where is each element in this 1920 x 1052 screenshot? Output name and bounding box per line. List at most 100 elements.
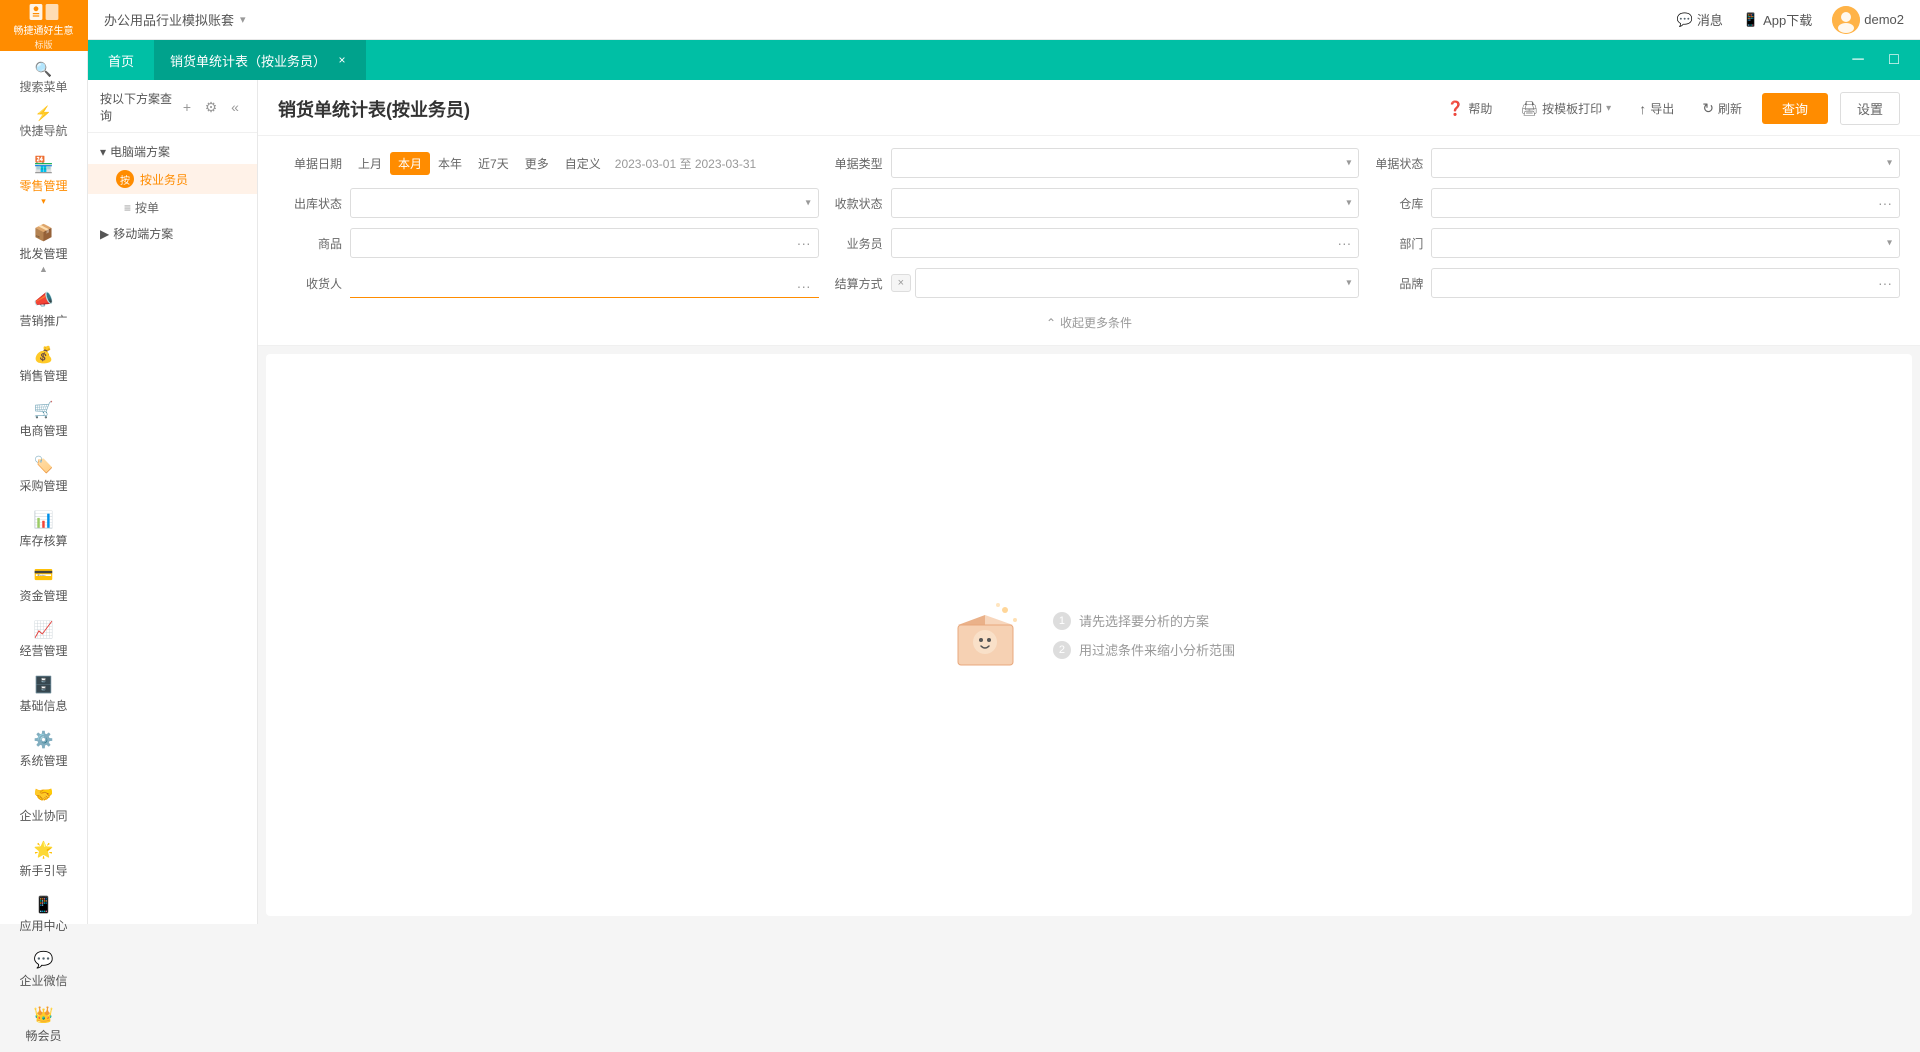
export-btn[interactable]: ↑ 导出 xyxy=(1631,96,1682,121)
date-tab-more[interactable]: 更多 xyxy=(517,152,557,175)
empty-hint-2: 2 用过滤条件来缩小分析范围 xyxy=(1053,640,1235,659)
sub-item-icon: ≡ xyxy=(124,201,131,215)
goods-control: ··· xyxy=(350,228,819,258)
hint-num-2: 2 xyxy=(1053,641,1071,659)
sidebar-item-enterprise[interactable]: 🤝 企业协同 xyxy=(0,777,87,832)
date-control: 上月 本月 本年 近7天 更多 自定义 2023-03-01 至 2023-03… xyxy=(350,152,819,175)
date-label: 单据日期 xyxy=(278,155,350,172)
settings-button[interactable]: 设置 xyxy=(1840,92,1900,125)
message-btn[interactable]: 💬 消息 xyxy=(1677,10,1723,29)
scheme-settings-btn[interactable]: ⚙ xyxy=(201,97,221,117)
page-title-bar: 销货单统计表(按业务员) ❓ 帮助 🖨 按模板打印 ▾ ↑ 导出 xyxy=(258,80,1920,136)
brand-input[interactable] xyxy=(1431,268,1900,298)
date-tab-custom[interactable]: 自定义 xyxy=(557,152,609,175)
workspace-selector[interactable]: 办公用品行业模拟账套 ▾ xyxy=(104,10,246,29)
query-button[interactable]: 查询 xyxy=(1762,93,1828,124)
sidebar-item-wechat[interactable]: 💬 企业微信 xyxy=(0,942,87,997)
sub-scheme-item-order[interactable]: ≡ 按单 xyxy=(88,194,257,221)
goods-input[interactable] xyxy=(350,228,819,258)
sidebar-item-vip[interactable]: 👑 畅会员 xyxy=(0,997,87,1052)
sidebar-search[interactable]: 🔍 搜索菜单 xyxy=(0,51,87,101)
filter-row-2: 出库状态 ▾ 收款状态 xyxy=(278,188,1900,218)
sidebar-item-purchase[interactable]: 🏷️ 采购管理 xyxy=(0,447,87,502)
department-label: 部门 xyxy=(1359,235,1431,252)
collapse-section: ⌃ 收起更多条件 xyxy=(278,308,1900,333)
quick-nav[interactable]: ⚡ 快捷导航 xyxy=(0,101,87,143)
scheme-item-salesperson[interactable]: 按 按业务员 xyxy=(88,164,257,194)
left-panel-actions: + ⚙ « xyxy=(177,97,245,117)
user-profile[interactable]: demo2 xyxy=(1832,6,1904,34)
print-btn[interactable]: 🖨 按模板打印 ▾ xyxy=(1512,96,1619,121)
department-control: ▾ xyxy=(1431,228,1900,258)
mobile-scheme-group[interactable]: ▶ 移动端方案 xyxy=(88,221,257,246)
tab-maximize-btn[interactable]: □ xyxy=(1880,46,1908,74)
mobile-group-label: 移动端方案 xyxy=(113,225,173,242)
logo-icon xyxy=(28,0,60,24)
receiver-input[interactable] xyxy=(350,268,819,298)
settlement-tag-close[interactable]: × xyxy=(898,277,904,289)
tab-active-label: 销货单统计表（按业务员） xyxy=(170,51,326,70)
date-tab-7days[interactable]: 近7天 xyxy=(470,152,517,175)
collapse-btn[interactable]: ⌃ 收起更多条件 xyxy=(1046,314,1132,331)
hint-text-1: 请先选择要分析的方案 xyxy=(1079,611,1209,630)
sidebar-item-inventory[interactable]: 📊 库存核算 xyxy=(0,502,87,557)
sidebar-logo[interactable]: 畅捷通好生意 标版 xyxy=(0,0,88,51)
sidebar-item-basic[interactable]: 🗄️ 基础信息 xyxy=(0,667,87,722)
desktop-scheme-header[interactable]: ▾ 电脑端方案 xyxy=(88,139,257,164)
mobile-arrow: ▶ xyxy=(100,227,109,241)
sidebar-item-finance[interactable]: 💳 资金管理 xyxy=(0,557,87,612)
date-tab-this-month[interactable]: 本月 xyxy=(390,152,430,175)
sidebar-item-operations[interactable]: 📈 经营管理 xyxy=(0,612,87,667)
salesperson-input[interactable] xyxy=(891,228,1360,258)
sidebar-item-newbie[interactable]: 🌟 新手引导 xyxy=(0,832,87,887)
workspace-dropdown-arrow[interactable]: ▾ xyxy=(240,13,246,26)
left-panel-title: 按以下方案查询 xyxy=(100,90,177,124)
receipt-select[interactable] xyxy=(891,188,1360,218)
sidebar-item-purchase-label: 采购管理 xyxy=(19,477,67,494)
add-scheme-btn[interactable]: + xyxy=(177,97,197,117)
brand-dots[interactable]: ··· xyxy=(1878,275,1892,291)
vip-icon: 👑 xyxy=(34,1005,54,1025)
tab-minimize-btn[interactable]: ─ xyxy=(1844,46,1872,74)
left-panel: 按以下方案查询 + ⚙ « ▾ 电脑端方案 按 按业务员 xyxy=(88,80,258,924)
export-icon: ↑ xyxy=(1639,101,1646,117)
inventory-icon: 📊 xyxy=(34,510,54,530)
date-tab-last-month[interactable]: 上月 xyxy=(350,152,390,175)
goods-dots[interactable]: ··· xyxy=(797,235,811,251)
help-btn[interactable]: ❓ 帮助 xyxy=(1439,96,1500,121)
help-label: 帮助 xyxy=(1468,100,1492,117)
wholesale-arrow: ▲ xyxy=(39,264,48,274)
tab-home[interactable]: 首页 xyxy=(88,40,154,80)
outstock-select[interactable] xyxy=(350,188,819,218)
department-select[interactable] xyxy=(1431,228,1900,258)
sidebar-item-marketing[interactable]: 📣 营销推广 xyxy=(0,282,87,337)
sidebar-item-retail[interactable]: 🏪 零售管理 ▾ xyxy=(0,147,87,215)
apps-icon: 📱 xyxy=(34,895,54,915)
date-tab-this-year[interactable]: 本年 xyxy=(430,152,470,175)
receipt-label: 收款状态 xyxy=(819,195,891,212)
warehouse-dots[interactable]: ··· xyxy=(1878,195,1892,211)
sidebar-item-apps[interactable]: 📱 应用中心 xyxy=(0,887,87,942)
warehouse-input[interactable] xyxy=(1431,188,1900,218)
refresh-btn[interactable]: ↻ 刷新 xyxy=(1694,96,1750,121)
empty-text: 1 请先选择要分析的方案 2 用过滤条件来缩小分析范围 xyxy=(1053,611,1235,659)
receiver-dots[interactable]: ··· xyxy=(797,278,811,294)
doctype-label: 单据类型 xyxy=(819,155,891,172)
desktop-scheme-group: ▾ 电脑端方案 按 按业务员 ≡ 按单 ▶ 移动端方案 xyxy=(88,133,257,252)
docstatus-select[interactable] xyxy=(1431,148,1900,178)
sidebar-item-wholesale[interactable]: 📦 批发管理 ▲ xyxy=(0,215,87,282)
doctype-select[interactable] xyxy=(891,148,1360,178)
salesperson-dots[interactable]: ··· xyxy=(1337,235,1351,251)
export-label: 导出 xyxy=(1650,100,1674,117)
tab-active[interactable]: 销货单统计表（按业务员） × xyxy=(154,40,366,80)
sidebar-item-vip-label: 畅会员 xyxy=(25,1027,61,1044)
collapse-panel-btn[interactable]: « xyxy=(225,97,245,117)
sidebar-item-system[interactable]: ⚙️ 系统管理 xyxy=(0,722,87,777)
sidebar-item-sales[interactable]: 💰 销售管理 xyxy=(0,337,87,392)
settlement-select[interactable] xyxy=(915,268,1359,298)
content-area: 1 请先选择要分析的方案 2 用过滤条件来缩小分析范围 xyxy=(266,354,1912,916)
sidebar-item-ecommerce[interactable]: 🛒 电商管理 xyxy=(0,392,87,447)
tab-close-btn[interactable]: × xyxy=(334,52,350,68)
salesperson-control: ··· xyxy=(891,228,1360,258)
app-download-btn[interactable]: 📱 App下载 xyxy=(1743,10,1812,29)
